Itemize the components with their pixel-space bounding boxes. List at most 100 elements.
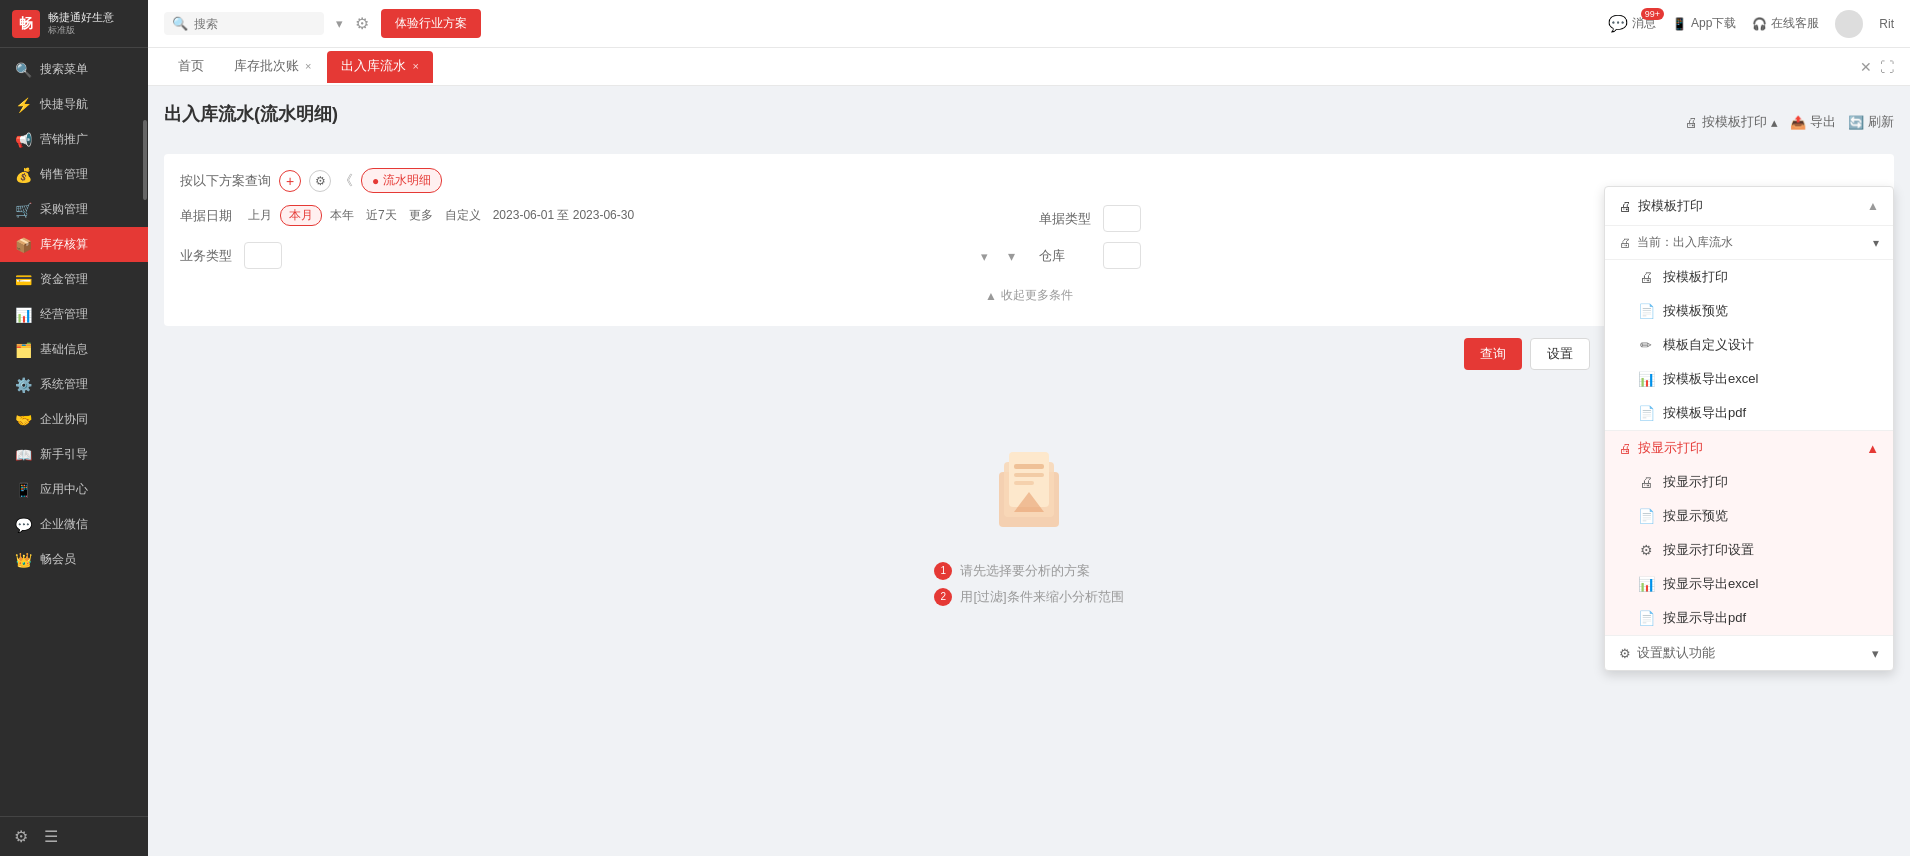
tab-batch[interactable]: 库存批次账 ×	[220, 51, 325, 83]
query-btn[interactable]: 查询	[1464, 338, 1522, 370]
sidebar-item-enterprise[interactable]: 🤝 企业协同	[0, 402, 148, 437]
print-dropdown: 🖨 按模板打印 ▲ 🖨 当前：出入库流水 ▾ 🖨 按模板打印	[1604, 186, 1894, 671]
industry-btn[interactable]: 体验行业方案	[381, 9, 481, 38]
wechat-icon: 💬	[14, 517, 32, 533]
sidebar-footer: ⚙ ☰	[0, 816, 148, 856]
sidebar-item-basic[interactable]: 🗂️ 基础信息	[0, 332, 148, 367]
display-preview-icon: 📄	[1637, 508, 1655, 524]
empty-step-2: 2 用[过滤]条件来缩小分析范围	[934, 584, 1123, 610]
user-name: Rit	[1879, 17, 1894, 31]
sidebar-item-sales[interactable]: 💰 销售管理	[0, 157, 148, 192]
sidebar-item-label-member: 畅会员	[40, 551, 76, 568]
guide-icon: 📖	[14, 447, 32, 463]
print-current[interactable]: 🖨 当前：出入库流水 ▾	[1605, 226, 1893, 260]
message-btn[interactable]: 💬 消息 99+	[1608, 14, 1656, 33]
filter-badge[interactable]: ● 流水明细	[361, 168, 442, 193]
menu-toggle-icon[interactable]: ☰	[44, 827, 58, 846]
current-chevron-icon[interactable]: ▾	[1873, 236, 1879, 250]
empty-step-1: 1 请先选择要分析的方案	[934, 558, 1123, 584]
topbar-search-wrap[interactable]: 🔍	[164, 12, 324, 35]
page-area: 出入库流水(流水明细) 🖨 按模板打印 ▴ 📤 导出 🔄 刷新	[148, 86, 1910, 856]
display-print-settings-item[interactable]: ⚙ 按显示打印设置	[1605, 533, 1893, 567]
tab-home[interactable]: 首页	[164, 51, 218, 83]
template-pdf-item[interactable]: 📄 按模板导出pdf	[1605, 396, 1893, 430]
filter-settings-btn[interactable]: ⚙	[309, 170, 331, 192]
sidebar-scrollbar[interactable]	[143, 120, 147, 200]
filter-collapse-btn[interactable]: 《	[339, 172, 353, 190]
sidebar-item-label-finance: 资金管理	[40, 271, 88, 288]
sidebar-item-member[interactable]: 👑 畅会员	[0, 542, 148, 577]
sidebar-nav: 🔍 搜索菜单 ⚡ 快捷导航 📢 营销推广 💰 销售管理 🛒 采购管理 📦 库存核…	[0, 48, 148, 816]
sidebar-item-finance[interactable]: 💳 资金管理	[0, 262, 148, 297]
sidebar-item-wechat[interactable]: 💬 企业微信	[0, 507, 148, 542]
print-footer-defaults[interactable]: ⚙ 设置默认功能 ▾	[1605, 636, 1893, 670]
sidebar-item-inventory[interactable]: 📦 库存核算	[0, 227, 148, 262]
template-design-item[interactable]: ✏ 模板自定义设计	[1605, 328, 1893, 362]
filter-add-btn[interactable]: +	[279, 170, 301, 192]
step2-num: 2	[934, 588, 952, 606]
topbar-gear-icon[interactable]: ⚙	[355, 14, 369, 33]
date-this-month[interactable]: 本月	[280, 205, 322, 226]
topbar: 🔍 ▾ ⚙ 体验行业方案 💬 消息 99+ 📱 App下载 🎧 在线客服 Rit	[148, 0, 1910, 48]
refresh-btn[interactable]: 🔄 刷新	[1848, 113, 1894, 131]
tab-expand-icon[interactable]: ⛶	[1880, 59, 1894, 75]
template-design-icon: ✏	[1637, 337, 1655, 353]
page-title: 出入库流水(流水明细)	[164, 102, 338, 126]
date-last-month[interactable]: 上月	[244, 205, 276, 226]
template-print-section: 🖨 按模板打印 📄 按模板预览 ✏ 模板自定义设计 📊 按模板导出excel 📄	[1605, 260, 1893, 431]
settings-icon[interactable]: ⚙	[14, 827, 28, 846]
display-preview-item[interactable]: 📄 按显示预览	[1605, 499, 1893, 533]
print-template-btn[interactable]: 🖨 按模板打印 ▴	[1685, 113, 1778, 131]
date-more[interactable]: 更多	[405, 205, 437, 226]
sidebar-item-label-guide: 新手引导	[40, 446, 88, 463]
sidebar-item-label-operation: 经营管理	[40, 306, 88, 323]
template-preview-item[interactable]: 📄 按模板预览	[1605, 294, 1893, 328]
template-print-item[interactable]: 🖨 按模板打印	[1605, 260, 1893, 294]
app-download-link[interactable]: 📱 App下载	[1672, 15, 1736, 32]
template-pdf-icon: 📄	[1637, 405, 1655, 421]
sidebar-item-operation[interactable]: 📊 经营管理	[0, 297, 148, 332]
date-custom[interactable]: 自定义	[441, 205, 485, 226]
biztype-chevron-icon[interactable]: ▾	[1004, 248, 1019, 264]
display-settings-icon: ⚙	[1637, 542, 1655, 558]
tab-flow[interactable]: 出入库流水 ×	[327, 51, 432, 83]
sidebar-item-shortcut[interactable]: ⚡ 快捷导航	[0, 87, 148, 122]
sales-icon: 💰	[14, 167, 32, 183]
biztype-select-wrap[interactable]	[244, 242, 996, 269]
topbar-chevron-icon[interactable]: ▾	[336, 16, 343, 31]
sidebar-item-purchase[interactable]: 🛒 采购管理	[0, 192, 148, 227]
display-print-section-header[interactable]: 🖨 按显示打印 ▲	[1605, 431, 1893, 465]
enterprise-icon: 🤝	[14, 412, 32, 428]
tab-flow-close[interactable]: ×	[412, 60, 418, 72]
tab-close-window-icon[interactable]: ✕	[1860, 59, 1872, 75]
date-this-year[interactable]: 本年	[326, 205, 358, 226]
display-pdf-item[interactable]: 📄 按显示导出pdf	[1605, 601, 1893, 635]
main-content: 🔍 ▾ ⚙ 体验行业方案 💬 消息 99+ 📱 App下载 🎧 在线客服 Rit	[148, 0, 1910, 856]
footer-chevron-icon[interactable]: ▾	[1872, 646, 1879, 661]
sidebar-item-system[interactable]: ⚙️ 系统管理	[0, 367, 148, 402]
doctype-select[interactable]	[1103, 205, 1141, 232]
print-dropdown-close-icon[interactable]: ▲	[1867, 199, 1879, 213]
sidebar-item-marketing[interactable]: 📢 营销推广	[0, 122, 148, 157]
date-label: 单据日期	[180, 207, 236, 225]
settings-btn[interactable]: 设置	[1530, 338, 1590, 370]
sidebar-item-guide[interactable]: 📖 新手引导	[0, 437, 148, 472]
warehouse-select[interactable]	[1103, 242, 1141, 269]
display-section-chevron-up[interactable]: ▲	[1866, 441, 1879, 456]
sidebar-item-search[interactable]: 🔍 搜索菜单	[0, 52, 148, 87]
biztype-select[interactable]	[244, 242, 282, 269]
date-7days[interactable]: 近7天	[362, 205, 401, 226]
date-range[interactable]: 2023-06-01 至 2023-06-30	[493, 207, 634, 224]
sidebar-item-app[interactable]: 📱 应用中心	[0, 472, 148, 507]
tab-batch-close[interactable]: ×	[305, 60, 311, 72]
online-service-link[interactable]: 🎧 在线客服	[1752, 15, 1819, 32]
search-input[interactable]	[194, 17, 294, 31]
avatar[interactable]	[1835, 10, 1863, 38]
display-print-item[interactable]: 🖨 按显示打印	[1605, 465, 1893, 499]
member-icon: 👑	[14, 552, 32, 568]
export-btn[interactable]: 📤 导出	[1790, 113, 1836, 131]
template-excel-item[interactable]: 📊 按模板导出excel	[1605, 362, 1893, 396]
display-print-section: 🖨 按显示打印 📄 按显示预览 ⚙ 按显示打印设置 📊 按显示导出excel 📄	[1605, 465, 1893, 636]
template-preview-icon: 📄	[1637, 303, 1655, 319]
display-excel-item[interactable]: 📊 按显示导出excel	[1605, 567, 1893, 601]
